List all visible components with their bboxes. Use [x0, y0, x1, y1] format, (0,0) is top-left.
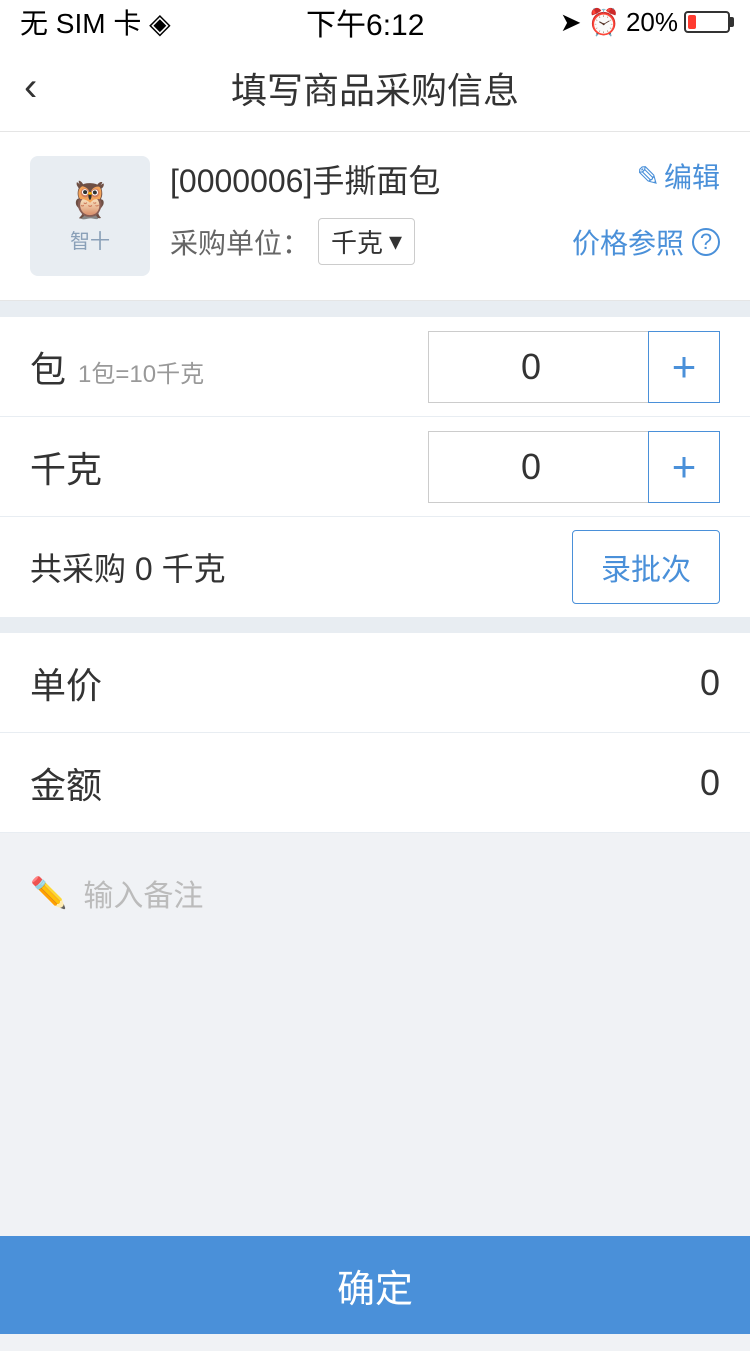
- confirm-button-label: 确定: [337, 1258, 413, 1313]
- kg-input-right: +: [190, 431, 720, 503]
- kg-label: 千克: [30, 441, 190, 493]
- unit-price-label: 单价: [30, 657, 102, 709]
- amount-label: 金额: [30, 757, 102, 809]
- battery-fill: [688, 15, 696, 29]
- input-section: 包 1包=10千克 + 千克 +: [0, 317, 750, 517]
- bao-input-right: +: [204, 331, 720, 403]
- back-button[interactable]: ‹: [24, 65, 37, 110]
- summary-text: 共采购 0 千克: [30, 544, 226, 590]
- bottom-spacer: [0, 953, 750, 1253]
- kg-plus-button[interactable]: +: [648, 431, 720, 503]
- product-image-inner: 🦉 智十: [50, 176, 130, 256]
- edit-icon: ✎: [637, 160, 660, 193]
- product-image: 🦉 智十: [30, 156, 150, 276]
- product-info: [0000006]手撕面包 ✎ 编辑 采购单位： 千克 ▾ 价格参照 ?: [170, 156, 720, 265]
- edit-label: 编辑: [664, 156, 720, 196]
- section-divider-1: [0, 301, 750, 317]
- location-icon: ➤: [560, 7, 582, 38]
- remark-placeholder: 输入备注: [83, 871, 203, 915]
- amount-row: 金额 0: [0, 733, 750, 833]
- bao-input-row: 包 1包=10千克 +: [0, 317, 750, 417]
- page-title: 填写商品采购信息: [231, 62, 519, 114]
- status-time: 下午6:12: [306, 0, 424, 44]
- product-unit-row: 采购单位： 千克 ▾ 价格参照 ?: [170, 218, 720, 265]
- batch-button[interactable]: 录批次: [572, 530, 720, 604]
- kg-quantity-input[interactable]: [428, 431, 648, 503]
- nav-bar: ‹ 填写商品采购信息: [0, 44, 750, 132]
- section-divider-2: [0, 617, 750, 633]
- battery-icon: [684, 11, 730, 33]
- product-name: [0000006]手撕面包: [170, 156, 440, 202]
- unit-label: 采购单位： 千克 ▾: [170, 218, 415, 265]
- alarm-icon: ⏰: [588, 7, 620, 38]
- sim-label: 无 SIM 卡 ◈: [20, 2, 171, 42]
- confirm-button[interactable]: 确定: [0, 1236, 750, 1334]
- bao-label: 包 1包=10千克: [30, 341, 204, 393]
- edit-button[interactable]: ✎ 编辑: [637, 156, 720, 196]
- bao-plus-button[interactable]: +: [648, 331, 720, 403]
- battery-label: 20%: [626, 7, 678, 38]
- product-header: [0000006]手撕面包 ✎ 编辑: [170, 156, 720, 202]
- unit-price-row: 单价 0: [0, 633, 750, 733]
- chevron-down-icon: ▾: [389, 226, 402, 257]
- price-reference-button[interactable]: 价格参照 ?: [572, 222, 720, 262]
- brand-text: 智十: [70, 225, 110, 254]
- help-icon: ?: [692, 228, 720, 256]
- remark-section[interactable]: ✏️ 输入备注: [0, 833, 750, 953]
- unit-select-dropdown[interactable]: 千克 ▾: [318, 218, 415, 265]
- price-section: 单价 0 金额 0: [0, 633, 750, 833]
- status-right: ➤ ⏰ 20%: [560, 7, 730, 38]
- pencil-icon: ✏️: [30, 876, 67, 911]
- status-bar: 无 SIM 卡 ◈ 下午6:12 ➤ ⏰ 20%: [0, 0, 750, 44]
- kg-input-row: 千克 +: [0, 417, 750, 517]
- bao-quantity-input[interactable]: [428, 331, 648, 403]
- owl-icon: 🦉: [68, 179, 113, 221]
- summary-row: 共采购 0 千克 录批次: [0, 517, 750, 617]
- product-card: 🦉 智十 [0000006]手撕面包 ✎ 编辑 采购单位： 千克: [0, 132, 750, 301]
- status-left: 无 SIM 卡 ◈: [20, 2, 171, 42]
- unit-price-value: 0: [700, 662, 720, 704]
- amount-value: 0: [700, 762, 720, 804]
